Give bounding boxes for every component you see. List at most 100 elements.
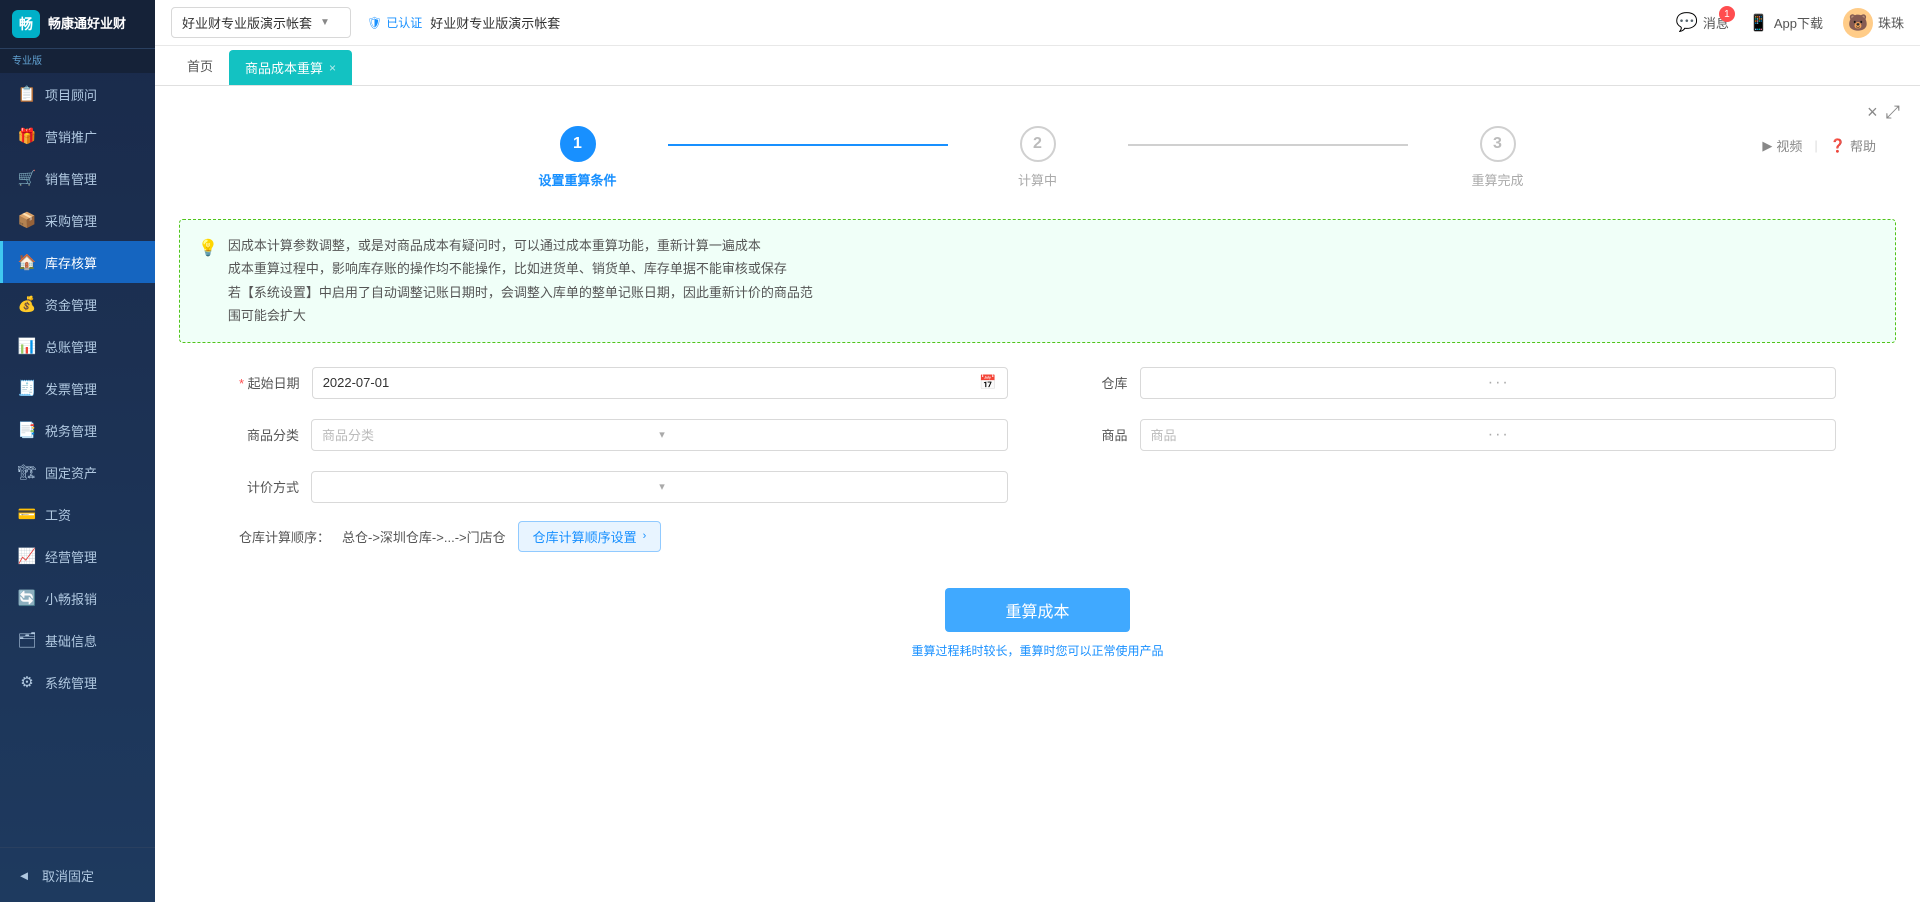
sidebar-item-invoice[interactable]: 🧾 发票管理 — [0, 367, 155, 409]
step-3-circle: 3 — [1480, 126, 1516, 162]
unpin-label: 取消固定 — [42, 866, 94, 885]
category-placeholder: 商品分类 — [322, 425, 659, 444]
unpin-button[interactable]: ◄ 取消固定 — [0, 856, 155, 894]
pricing-row: 计价方式 ▾ — [239, 471, 1008, 503]
sidebar-label-operations: 经营管理 — [45, 547, 97, 566]
tab-home[interactable]: 首页 — [171, 48, 229, 85]
app-download-btn[interactable]: 📱 App下载 — [1749, 13, 1823, 33]
sidebar-label-project: 项目顾问 — [45, 85, 97, 104]
help-btn[interactable]: ❓ 帮助 — [1830, 136, 1876, 155]
tab-bar: 首页 商品成本重算 × — [155, 46, 1920, 86]
warehouse-dots-icon[interactable]: ··· — [1488, 374, 1825, 392]
recalc-hint: 重算过程耗时较长，重算时您可以正常使用产品 — [911, 642, 1163, 659]
sidebar: 畅 畅康通好业财 专业版 📋 项目顾问 🎁 营销推广 🛒 销售管理 📦 采购管理… — [0, 0, 155, 902]
tab-close-icon[interactable]: × — [329, 61, 336, 75]
sidebar-edition: 专业版 — [0, 49, 155, 73]
start-date-row: 起始日期 📅 — [239, 367, 1008, 399]
step-3: 3 重算完成 — [1408, 126, 1588, 189]
warning-icon: 💡 — [198, 235, 218, 264]
sidebar-label-purchase: 采购管理 — [45, 211, 97, 230]
sidebar-item-system[interactable]: ⚙ 系统管理 — [0, 661, 155, 703]
sidebar-icon-inventory: 🏠 — [17, 252, 37, 272]
sidebar-item-salary[interactable]: 💳 工资 — [0, 493, 155, 535]
help-links: ▶ 视频 | ❓ 帮助 — [1762, 136, 1876, 155]
start-date-input[interactable] — [323, 375, 979, 390]
sidebar-item-sales[interactable]: 🛒 销售管理 — [0, 157, 155, 199]
sidebar-item-assets[interactable]: 🏗 固定资产 — [0, 451, 155, 493]
user-avatar-area[interactable]: 🐻 珠珠 — [1843, 8, 1904, 38]
shield-icon: 🛡 — [367, 16, 382, 30]
recalc-btn-label: 重算成本 — [1005, 604, 1069, 621]
sidebar-label-salary: 工资 — [45, 505, 71, 524]
sidebar-label-basic: 基础信息 — [45, 631, 97, 650]
account-chevron-icon: ▼ — [320, 17, 330, 28]
content-area: × ⤢ ▶ 视频 | ❓ 帮助 1 设置重算条件 — [155, 86, 1920, 902]
unpin-icon: ◄ — [14, 865, 34, 885]
form-grid: 起始日期 📅 仓库 ··· 商品分类 商品分类 ▾ — [179, 367, 1896, 503]
user-name: 珠珠 — [1878, 13, 1904, 32]
recalc-section: 重算成本 重算过程耗时较长，重算时您可以正常使用产品 — [179, 588, 1896, 659]
sidebar-label-marketing: 营销推广 — [45, 127, 97, 146]
sidebar-item-operations[interactable]: 📈 经营管理 — [0, 535, 155, 577]
notification-badge: 1 — [1719, 6, 1735, 22]
sidebar-icon-finance: 💰 — [17, 294, 37, 314]
question-icon: ❓ — [1830, 138, 1846, 154]
sidebar-icon-assets: 🏗 — [17, 462, 37, 482]
sidebar-icon-expense: 🔄 — [17, 588, 37, 608]
sidebar-icon-invoice: 🧾 — [17, 378, 37, 398]
sidebar-item-expense[interactable]: 🔄 小畅报销 — [0, 577, 155, 619]
pricing-label: 计价方式 — [239, 477, 299, 496]
main-area: 好业财专业版演示帐套 ▼ 🛡 已认证 好业财专业版演示帐套 💬 消息 1 📱 A… — [155, 0, 1920, 902]
sidebar-icon-project: 📋 — [17, 84, 37, 104]
tab-active-label: 商品成本重算 — [245, 58, 323, 77]
step-2-circle: 2 — [1020, 126, 1056, 162]
step-line-2 — [1128, 144, 1408, 146]
sidebar-item-finance[interactable]: 💰 资金管理 — [0, 283, 155, 325]
topbar-right: 💬 消息 1 📱 App下载 🐻 珠珠 — [1675, 8, 1904, 38]
app-download-label: App下载 — [1774, 13, 1823, 32]
category-label: 商品分类 — [239, 425, 299, 444]
tab-cost-recalc[interactable]: 商品成本重算 × — [229, 50, 352, 85]
sidebar-label-assets: 固定资产 — [45, 463, 97, 482]
sidebar-item-project[interactable]: 📋 项目顾问 — [0, 73, 155, 115]
info-line-1: 因成本计算参数调整，或是对商品成本有疑问时，可以通过成本重算功能，重新计算一遍成… — [228, 234, 813, 257]
sidebar-icon-salary: 💳 — [17, 504, 37, 524]
message-icon: 💬 — [1675, 12, 1697, 33]
goods-field[interactable]: 商品 ··· — [1140, 419, 1837, 451]
sidebar-label-invoice: 发票管理 — [45, 379, 97, 398]
sidebar-label-expense: 小畅报销 — [45, 589, 97, 608]
recalc-btn[interactable]: 重算成本 — [945, 588, 1129, 632]
info-line-2: 成本重算过程中，影响库存账的操作均不能操作，比如进货单、销货单、库存单据不能审核… — [228, 257, 813, 280]
sidebar-item-accounting[interactable]: 📊 总账管理 — [0, 325, 155, 367]
category-field[interactable]: 商品分类 ▾ — [311, 419, 1008, 451]
account-name: 好业财专业版演示帐套 — [182, 13, 312, 32]
calendar-icon[interactable]: 📅 — [979, 374, 996, 391]
step-1: 1 设置重算条件 — [488, 126, 668, 189]
sidebar-icon-sales: 🛒 — [17, 168, 37, 188]
goods-row: 商品 商品 ··· — [1068, 419, 1837, 451]
message-btn[interactable]: 💬 消息 1 — [1675, 12, 1728, 33]
warehouse-order-settings-btn[interactable]: 仓库计算顺序设置 › — [518, 521, 662, 552]
verified-label: 已认证 — [386, 14, 422, 31]
sidebar-label-system: 系统管理 — [45, 673, 97, 692]
sidebar-label-tax: 税务管理 — [45, 421, 97, 440]
start-date-field[interactable]: 📅 — [312, 367, 1008, 399]
sidebar-icon-basic: 🗂 — [17, 630, 37, 650]
sidebar-item-purchase[interactable]: 📦 采购管理 — [0, 199, 155, 241]
sidebar-item-marketing[interactable]: 🎁 营销推广 — [0, 115, 155, 157]
logo-text: 畅康通好业财 — [48, 16, 126, 33]
sidebar-item-tax[interactable]: 📑 税务管理 — [0, 409, 155, 451]
info-box: 💡 因成本计算参数调整，或是对商品成本有疑问时，可以通过成本重算功能，重新计算一… — [179, 219, 1896, 343]
topbar: 好业财专业版演示帐套 ▼ 🛡 已认证 好业财专业版演示帐套 💬 消息 1 📱 A… — [155, 0, 1920, 46]
sidebar-icon-system: ⚙ — [17, 672, 37, 692]
pricing-field[interactable]: ▾ — [311, 471, 1008, 503]
goods-dots-icon[interactable]: ··· — [1488, 426, 1825, 444]
warehouse-order-row: 仓库计算顺序： 总仓->深圳仓库->...->门店仓 仓库计算顺序设置 › — [179, 521, 1896, 552]
warehouse-field[interactable]: ··· — [1140, 367, 1837, 399]
account-selector[interactable]: 好业财专业版演示帐套 ▼ — [171, 7, 351, 38]
help-label: 帮助 — [1850, 136, 1876, 155]
sidebar-item-inventory[interactable]: 🏠 库存核算 — [0, 241, 155, 283]
sidebar-logo: 畅 畅康通好业财 — [0, 0, 155, 49]
video-help-btn[interactable]: ▶ 视频 — [1762, 136, 1802, 155]
sidebar-item-basic[interactable]: 🗂 基础信息 — [0, 619, 155, 661]
